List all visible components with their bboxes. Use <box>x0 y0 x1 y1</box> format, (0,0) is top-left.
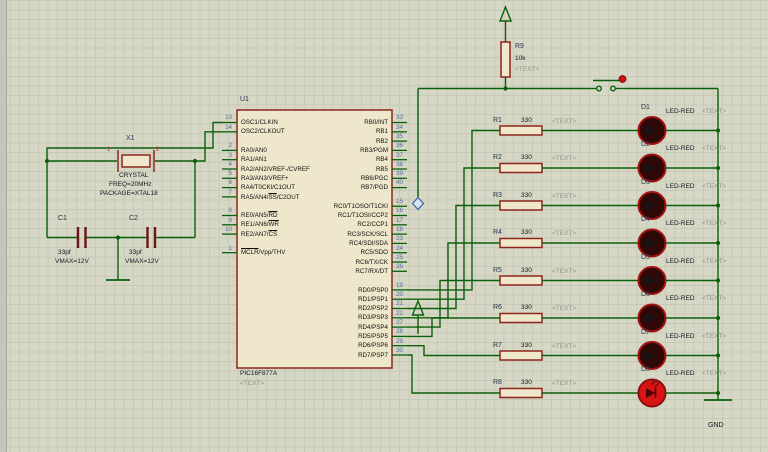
wire-port-to-resistor[interactable] <box>407 204 500 310</box>
junction-dot <box>715 390 721 396</box>
junction-dot <box>715 128 721 133</box>
button-state-indicator[interactable] <box>618 75 627 83</box>
mcu-body[interactable] <box>236 109 393 369</box>
junction-dot <box>715 240 721 246</box>
wire-port-to-resistor[interactable] <box>407 354 500 394</box>
crystal[interactable] <box>117 150 155 172</box>
push-button[interactable] <box>588 79 624 92</box>
resistor-r2[interactable] <box>499 162 543 174</box>
junction-dot <box>715 165 721 171</box>
resistor-r8[interactable] <box>499 387 543 399</box>
terminal-diamond-marker <box>411 196 425 211</box>
junction-dot <box>715 203 721 208</box>
wire-port-to-resistor[interactable] <box>407 167 500 300</box>
resistor-r7[interactable] <box>499 350 543 361</box>
schematic-drawing[interactable] <box>0 0 768 452</box>
wire-osc1[interactable] <box>46 121 222 238</box>
capacitor-c1[interactable] <box>76 227 87 248</box>
junction-dot <box>715 278 721 283</box>
wire-osc2[interactable] <box>155 131 222 162</box>
resistor-r9[interactable] <box>500 41 511 78</box>
power-terminal-top[interactable] <box>498 5 513 22</box>
schematic-canvas[interactable]: U1 PIC16F877A <TEXT> X1 CRYSTAL FREQ=20M… <box>0 0 768 452</box>
resistor-r4[interactable] <box>499 237 543 249</box>
resistor-r5[interactable] <box>499 275 543 286</box>
resistor-r1[interactable] <box>499 125 543 136</box>
capacitor-c2[interactable] <box>146 227 157 248</box>
wire-port-to-resistor[interactable] <box>407 129 500 291</box>
wire-port-to-resistor[interactable] <box>407 279 500 328</box>
junction-dot <box>715 353 721 358</box>
resistor-r3[interactable] <box>499 200 543 211</box>
resistor-r6[interactable] <box>499 312 543 324</box>
wire-port-to-resistor[interactable] <box>407 345 500 357</box>
junction-dot <box>715 315 721 321</box>
